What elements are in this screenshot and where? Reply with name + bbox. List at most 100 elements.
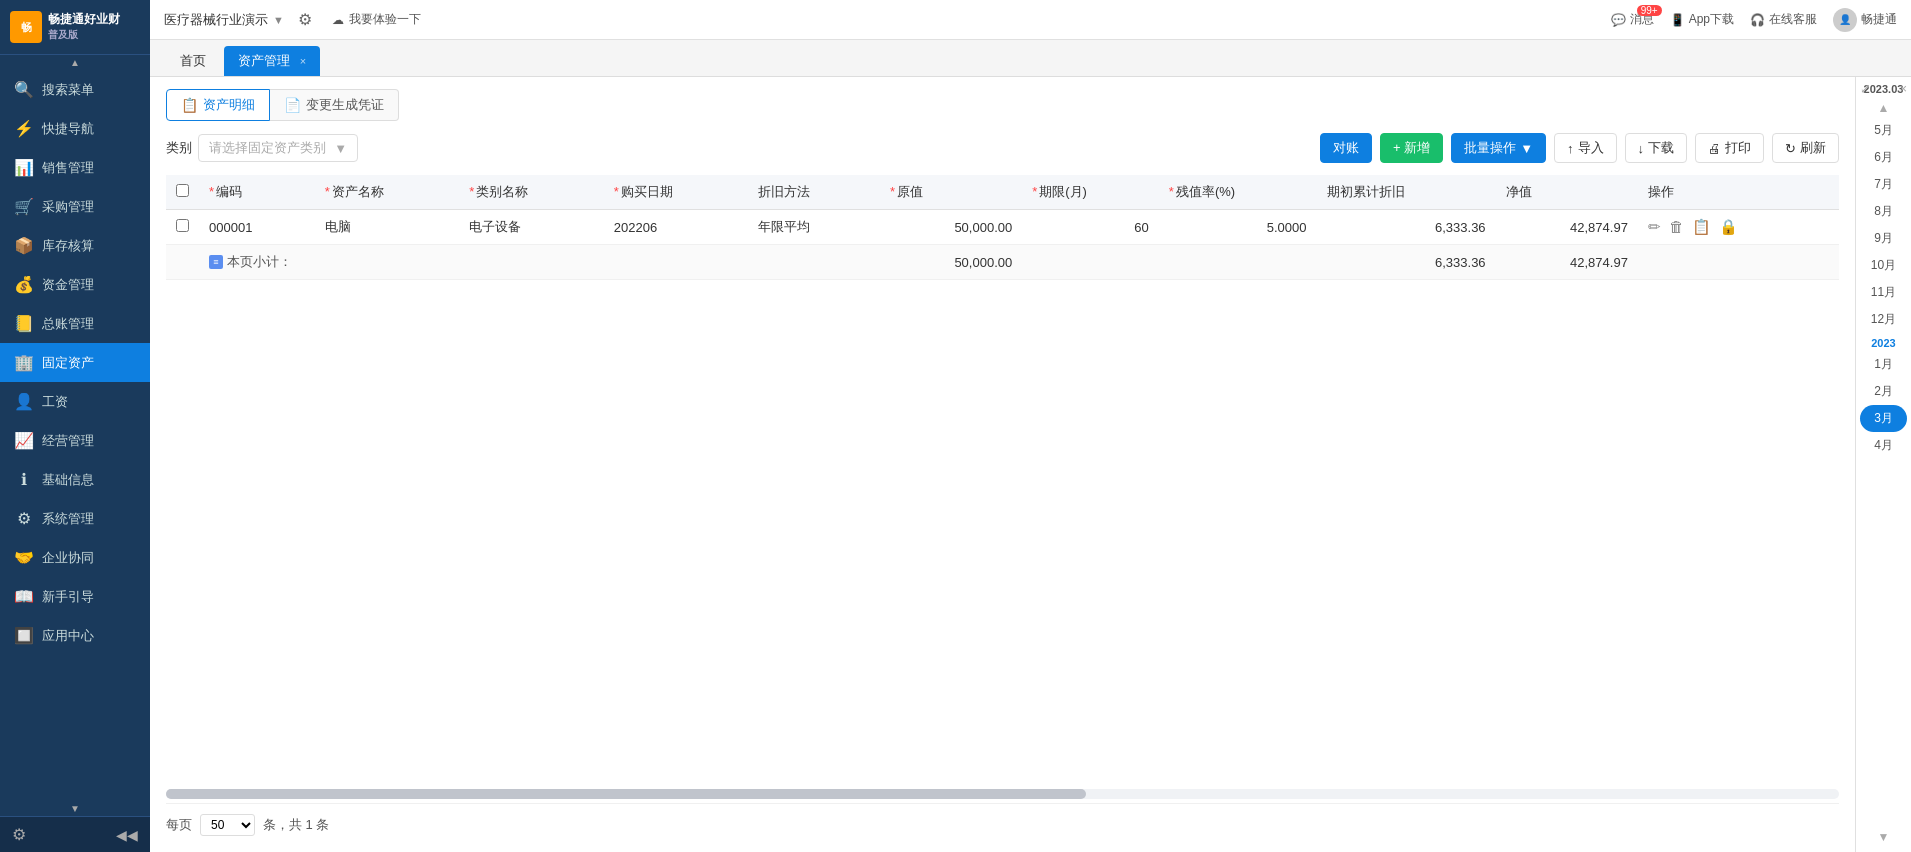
reconcile-label: 对账 — [1333, 139, 1359, 157]
cal-month-10[interactable]: 10月 — [1856, 252, 1911, 279]
col-residual-rate: *残值率(%) — [1159, 175, 1317, 210]
company-selector[interactable]: 医疗器械行业演示 ▼ — [164, 11, 284, 29]
batch-button[interactable]: 批量操作 ▼ — [1451, 133, 1546, 163]
row-checkbox-cell[interactable] — [166, 210, 199, 245]
sidebar-item-search[interactable]: 🔍搜索菜单 — [0, 70, 150, 109]
cal-month-9[interactable]: 9月 — [1856, 225, 1911, 252]
total-text: 条，共 1 条 — [263, 816, 329, 834]
user-menu[interactable]: 👤 畅捷通 — [1833, 8, 1897, 32]
settings-icon[interactable]: ⚙ — [12, 825, 26, 844]
nav-icon-system: ⚙ — [14, 509, 34, 528]
sub-tabs: 📋 资产明细 📄 变更生成凭证 — [166, 89, 1839, 121]
row-actions: ✏ 🗑 📋 🔒 — [1638, 210, 1839, 245]
nav-icon-search: 🔍 — [14, 80, 34, 99]
sidebar-item-cooperation[interactable]: 🤝 企业协同 — [0, 538, 150, 577]
calendar-scroll-down[interactable]: ▼ — [1876, 828, 1892, 846]
sidebar-item-fixed-assets[interactable]: 🏢固定资产 — [0, 343, 150, 382]
nav-icon-guide: 📖 — [14, 587, 34, 606]
cal-month-1[interactable]: 1月 — [1856, 351, 1911, 378]
subtotal-icon: ≡ — [209, 255, 223, 269]
cal-month-3[interactable]: 3月 — [1860, 405, 1907, 432]
download-button[interactable]: ↓ 下载 — [1625, 133, 1688, 163]
sidebar-item-guide[interactable]: 📖新手引导 — [0, 577, 150, 616]
col-initial-depreciation: 期初累计折旧 — [1317, 175, 1496, 210]
nav-icon-sales: 📊 — [14, 158, 34, 177]
action-icons: ✏ 🗑 📋 🔒 — [1648, 218, 1829, 236]
calendar-scroll-up[interactable]: ▲ — [1876, 99, 1892, 117]
cal-month-8[interactable]: 8月 — [1856, 198, 1911, 225]
nav-label-cooperation: 企业协同 — [42, 549, 94, 567]
sidebar-scroll-up[interactable]: ▲ — [0, 55, 150, 70]
edit-icon[interactable]: ✏ — [1648, 218, 1661, 236]
sidebar-item-sales[interactable]: 📊销售管理 — [0, 148, 150, 187]
message-button[interactable]: 💬 消息 99+ — [1611, 11, 1654, 28]
page-content: 📋 资产明细 📄 变更生成凭证 类别 请选择固定资产类别 ▼ — [150, 77, 1855, 852]
sidebar-bottom: ⚙ ◀◀ — [0, 816, 150, 852]
reconcile-button[interactable]: 对账 — [1320, 133, 1372, 163]
sidebar-item-inventory[interactable]: 📦库存核算 — [0, 226, 150, 265]
nav-label-system: 系统管理 — [42, 510, 94, 528]
sidebar-item-basic-info[interactable]: ℹ基础信息 — [0, 460, 150, 499]
cal-month-7[interactable]: 7月 — [1856, 171, 1911, 198]
nav-icon-app-center: 🔲 — [14, 626, 34, 645]
nav-icon-operations: 📈 — [14, 431, 34, 450]
toolbar-left: 类别 请选择固定资产类别 ▼ — [166, 134, 358, 162]
per-page-select[interactable]: 50 100 200 — [200, 814, 255, 836]
import-icon: ↑ — [1567, 141, 1574, 156]
pagination: 每页 50 100 200 条，共 1 条 — [166, 803, 1839, 840]
tab-asset-detail[interactable]: 📋 资产明细 — [166, 89, 270, 121]
subtotal-row: ≡ 本页小计： 50,000.00 6,333.36 42,874.97 — [166, 245, 1839, 280]
select-all-checkbox[interactable] — [176, 184, 189, 197]
app-download-label: App下载 — [1689, 11, 1734, 28]
app-download-button[interactable]: 📱 App下载 — [1670, 11, 1734, 28]
select-all-header[interactable] — [166, 175, 199, 210]
tab-home[interactable]: 首页 — [166, 46, 220, 76]
sidebar-item-system[interactable]: ⚙ 系统管理 — [0, 499, 150, 538]
sidebar-item-operations[interactable]: 📈经营管理 — [0, 421, 150, 460]
col-original-value: *原值 — [880, 175, 1022, 210]
category-select-box[interactable]: 请选择固定资产类别 ▼ — [198, 134, 358, 162]
delete-icon[interactable]: 🗑 — [1669, 218, 1684, 236]
sidebar-scroll-down[interactable]: ▼ — [0, 801, 150, 816]
tab-voucher-gen[interactable]: 📄 变更生成凭证 — [270, 89, 399, 121]
experience-button[interactable]: ☁ 我要体验一下 — [332, 11, 421, 28]
nav-label-app-center: 应用中心 — [42, 627, 94, 645]
sidebar-item-purchase[interactable]: 🛒采购管理 — [0, 187, 150, 226]
sidebar-item-finance[interactable]: 💰资金管理 — [0, 265, 150, 304]
import-button[interactable]: ↑ 导入 — [1554, 133, 1617, 163]
sidebar-item-payroll[interactable]: 👤工资 — [0, 382, 150, 421]
nav-icon-cooperation: 🤝 — [14, 548, 34, 567]
calendar-close-icon[interactable]: × — [1899, 81, 1907, 96]
new-button[interactable]: + 新增 — [1380, 133, 1443, 163]
cal-month-11[interactable]: 11月 — [1856, 279, 1911, 306]
collapse-sidebar-icon[interactable]: ◀◀ — [116, 827, 138, 843]
cal-month-5[interactable]: 5月 — [1856, 117, 1911, 144]
tab-close-icon[interactable]: × — [300, 55, 306, 67]
app-title: 畅捷通好业财 — [48, 12, 120, 28]
sidebar-nav: 🔍搜索菜单⚡快捷导航📊销售管理🛒采购管理📦库存核算💰资金管理📒总账管理🏢固定资产… — [0, 70, 150, 801]
tab-asset-management[interactable]: 资产管理 × — [224, 46, 320, 76]
cal-month-4[interactable]: 4月 — [1856, 432, 1911, 459]
new-label: + 新增 — [1393, 139, 1430, 157]
cal-month-2[interactable]: 2月 — [1856, 378, 1911, 405]
cal-month-6[interactable]: 6月 — [1856, 144, 1911, 171]
horizontal-scrollbar[interactable] — [166, 789, 1839, 799]
scrollbar-thumb[interactable] — [166, 789, 1086, 799]
subtotal-net-value: 42,874.97 — [1496, 245, 1638, 280]
active-tab-label: 资产管理 — [238, 53, 290, 68]
print-button[interactable]: 🖨 打印 — [1695, 133, 1764, 163]
sidebar-item-ledger[interactable]: 📒总账管理 — [0, 304, 150, 343]
sidebar-item-quick-nav[interactable]: ⚡快捷导航 — [0, 109, 150, 148]
row-original-value: 50,000.00 — [880, 210, 1022, 245]
online-service-button[interactable]: 🎧 在线客服 — [1750, 11, 1817, 28]
row-checkbox[interactable] — [176, 219, 189, 232]
cal-month-12[interactable]: 12月 — [1856, 306, 1911, 333]
nav-label-inventory: 库存核算 — [42, 237, 94, 255]
refresh-button[interactable]: ↻ 刷新 — [1772, 133, 1839, 163]
company-settings-icon[interactable]: ⚙ — [298, 10, 312, 29]
copy-icon[interactable]: 📋 — [1692, 218, 1711, 236]
lock-icon[interactable]: 🔒 — [1719, 218, 1738, 236]
sidebar-item-app-center[interactable]: 🔲 应用中心 — [0, 616, 150, 655]
calendar-expand-icon[interactable]: ⤢ — [1860, 81, 1871, 96]
row-name: 电脑 — [315, 210, 460, 245]
